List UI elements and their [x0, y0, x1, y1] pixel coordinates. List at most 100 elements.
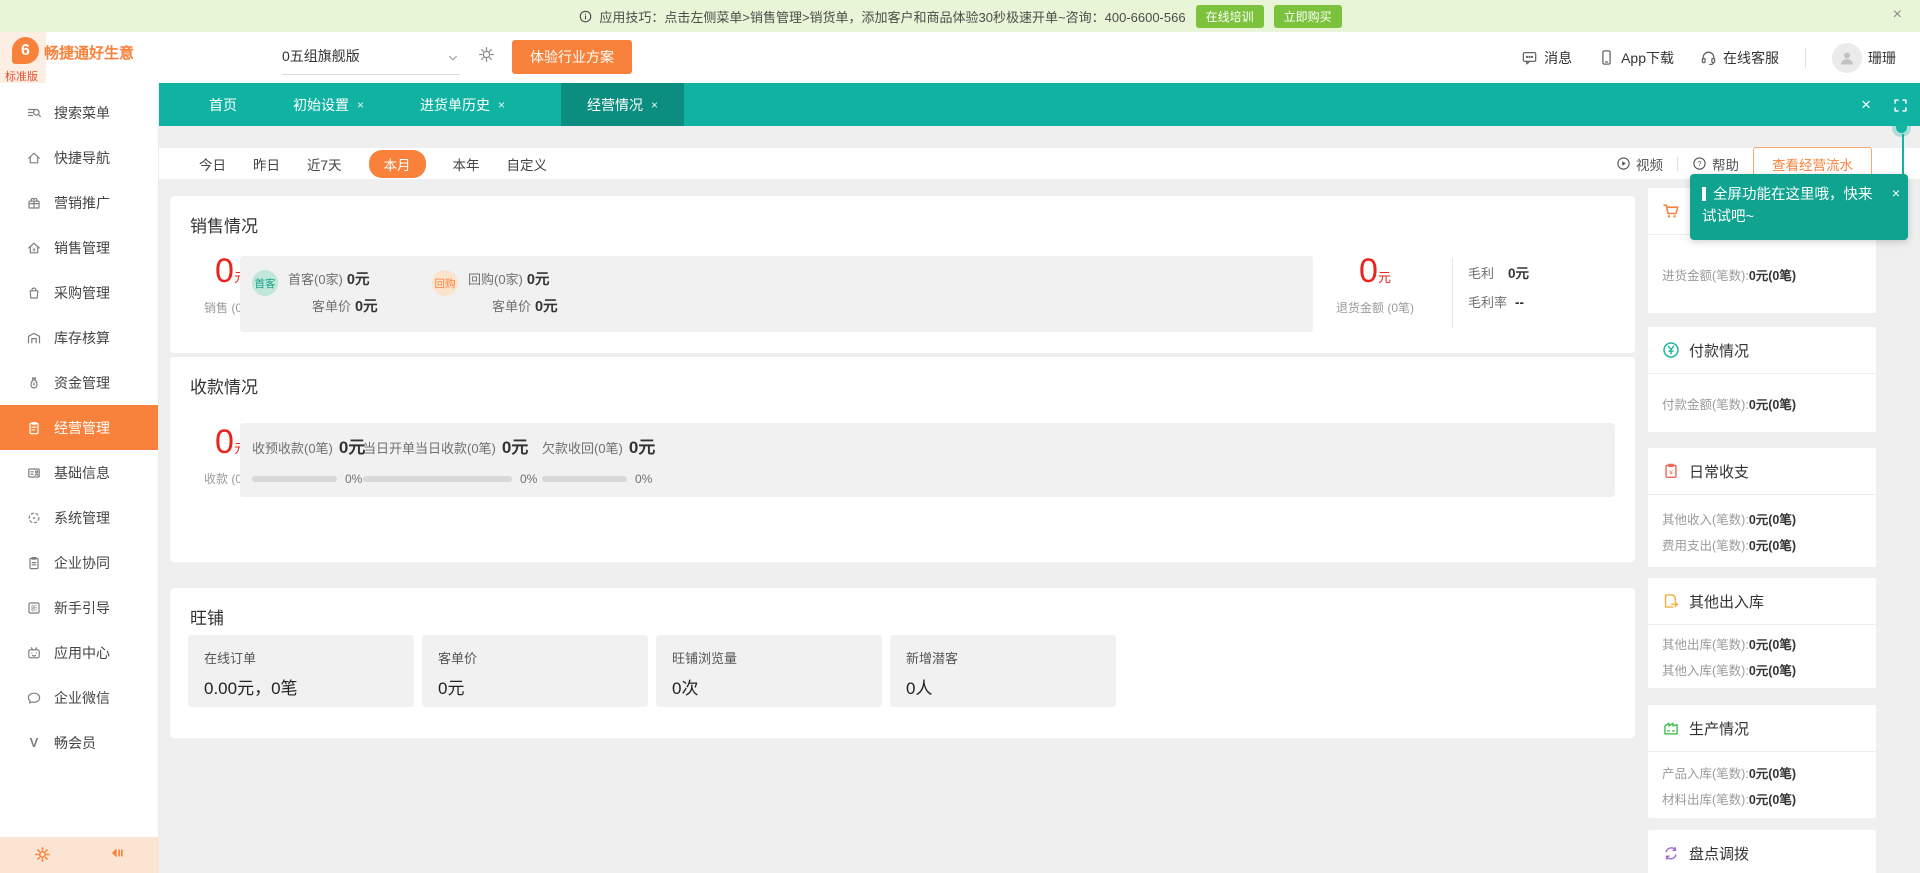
- tab-close-icon[interactable]: ×: [498, 98, 505, 112]
- messages-menu[interactable]: 消息: [1521, 48, 1572, 68]
- tab-close-icon[interactable]: ×: [651, 98, 658, 112]
- shopping-bag-icon: [29, 286, 39, 299]
- filter-yesterday[interactable]: 昨日: [253, 154, 280, 174]
- app-logo-icon: 6: [12, 37, 39, 64]
- money-bag-icon: ¥: [30, 376, 38, 388]
- app-center-icon: [28, 646, 40, 658]
- online-support-menu[interactable]: 在线客服: [1700, 48, 1779, 68]
- svg-text:?: ?: [1697, 159, 1701, 168]
- doc-arrow-icon: [1664, 594, 1679, 608]
- member-v-icon: V: [29, 735, 39, 750]
- tab-initial-setup[interactable]: 初始设置 ×: [293, 83, 364, 126]
- profit-block: 毛利 0元 毛利率 --: [1468, 266, 1530, 310]
- filter-toolbar: 今日 昨日 近7天 本月 本年 自定义 视频 ? 帮助 查看经营流水: [159, 146, 1920, 181]
- tip-message: 应用技巧：点击左侧菜单>销售管理>销货单，添加客户和商品体验30秒极速开单~咨询…: [578, 7, 1186, 26]
- search-icon: [27, 108, 41, 117]
- headset-icon: [1701, 51, 1716, 66]
- video-link[interactable]: 视频: [1616, 154, 1663, 174]
- organization-select-value: 0五组旗舰版: [282, 48, 360, 64]
- app-download-label: App下载: [1621, 49, 1674, 66]
- sidebar-item-sales-mgmt[interactable]: ¥ 销售管理: [0, 225, 158, 270]
- collapse-sidebar-icon[interactable]: [107, 845, 125, 866]
- tipbar-close-icon[interactable]: ×: [1893, 6, 1902, 24]
- filter-custom[interactable]: 自定义: [507, 154, 548, 174]
- tab-purchase-history[interactable]: 进货单历史 ×: [420, 83, 505, 126]
- username: 珊珊: [1868, 49, 1896, 66]
- industry-solution-button[interactable]: 体验行业方案: [512, 40, 632, 74]
- sidebar-item-base-info[interactable]: 基础信息: [0, 450, 158, 495]
- fullscreen-icon[interactable]: [1893, 96, 1908, 113]
- tab-bar: 首页 初始设置 × 进货单历史 × 经营情况 × ×: [159, 83, 1920, 126]
- filter-last7days[interactable]: 近7天: [307, 154, 342, 174]
- new-badge-icon: 新: [28, 601, 40, 614]
- cart-icon: [1663, 204, 1679, 218]
- progress-bar: [252, 476, 337, 482]
- sidebar-item-beginner-guide[interactable]: 新 新手引导: [0, 585, 158, 630]
- gift-icon: [28, 197, 40, 209]
- sidebar-item-search-menu[interactable]: 搜索菜单: [0, 90, 158, 135]
- production-panel: 生产情况 产品入库(笔数):0元(0笔) 材料出库(笔数):0元(0笔): [1648, 705, 1876, 818]
- guide-beacon-line: [1902, 134, 1904, 174]
- avatar: [1832, 42, 1862, 73]
- edition-badge: 标准版: [5, 71, 38, 83]
- organization-select[interactable]: 0五组旗舰版: [282, 46, 460, 75]
- collection-group-sameday: 当日开单当日收款(0笔) 0元 0%: [363, 438, 538, 486]
- user-menu[interactable]: 珊珊: [1832, 42, 1896, 73]
- daily-income-expense-panel: ¥ 日常收支 其他收入(笔数):0元(0笔) 费用支出(笔数):0元(0笔): [1648, 448, 1876, 567]
- sidebar-item-collaboration[interactable]: 企业协同: [0, 540, 158, 585]
- main-content: 今日 昨日 近7天 本月 本年 自定义 视频 ? 帮助 查看经营流水 销售情况 …: [159, 126, 1920, 873]
- guide-beacon-dot: [1896, 122, 1907, 133]
- sidebar-item-purchase-mgmt[interactable]: 采购管理: [0, 270, 158, 315]
- settings-gear-icon[interactable]: [34, 846, 51, 864]
- tooltip-close-icon[interactable]: ×: [1892, 183, 1900, 204]
- filter-this-year[interactable]: 本年: [453, 154, 480, 174]
- filter-today[interactable]: 今日: [199, 154, 226, 174]
- video-play-icon: [1617, 157, 1630, 170]
- person-icon: [1840, 51, 1854, 65]
- buy-now-button[interactable]: 立即购买: [1273, 4, 1342, 28]
- svg-text:新: 新: [31, 603, 38, 612]
- sidebar-item-marketing[interactable]: 营销推广: [0, 180, 158, 225]
- transfer-icon: [1665, 846, 1677, 860]
- tab-close-icon[interactable]: ×: [357, 98, 364, 112]
- stocktake-transfer-panel: 盘点调拨: [1648, 830, 1876, 873]
- collection-card-title: 收款情况: [190, 378, 258, 397]
- top-tip-bar: 应用技巧：点击左侧菜单>销售管理>销货单，添加客户和商品体验30秒极速开单~咨询…: [0, 0, 1920, 32]
- help-icon: ?: [1693, 157, 1706, 170]
- sidebar-item-system-mgmt[interactable]: 系统管理: [0, 495, 158, 540]
- app-download-menu[interactable]: App下载: [1598, 48, 1674, 68]
- sidebar-bottom-bar: [0, 837, 159, 873]
- factory-icon: [1664, 722, 1678, 735]
- messages-label: 消息: [1544, 49, 1573, 66]
- info-icon: [580, 10, 592, 22]
- sales-card: 销售情况 0元 销售 (0笔) 首客 首客(0家)0元 客单价0元 回购 回购(…: [170, 196, 1635, 353]
- sidebar-item-member[interactable]: V 畅会员: [0, 720, 158, 765]
- close-all-tabs-icon[interactable]: ×: [1861, 96, 1871, 113]
- tab-home[interactable]: 首页: [209, 83, 237, 126]
- help-link[interactable]: ? 帮助: [1692, 154, 1739, 174]
- sidebar-item-quick-nav[interactable]: 快捷导航: [0, 135, 158, 180]
- chat-bubble-icon: [27, 692, 41, 704]
- repurchase-group: 回购: [432, 270, 458, 296]
- online-training-button[interactable]: 在线培训: [1195, 4, 1264, 28]
- sidebar-item-app-center[interactable]: 应用中心: [0, 630, 158, 675]
- sidebar-item-inventory[interactable]: 库存核算: [0, 315, 158, 360]
- other-inout-panel: 其他出入库 其他出库(笔数):0元(0笔) 其他入库(笔数):0元(0笔): [1648, 578, 1876, 688]
- progress-bar: [542, 476, 627, 482]
- tooltip-accent-bar: [1702, 187, 1706, 201]
- collection-detail-box: 收预收款(0笔) 0元 0% 当日开单当日收款(0笔) 0元 0% 欠款收回(0笔)…: [240, 423, 1615, 497]
- shop-card: 旺铺 在线订单 0.00元，0笔 客单价 0元 旺铺浏览量 0次 新增潜客 0人: [170, 588, 1635, 738]
- tooltip-text: 全屏功能在这里哦，快来试试吧~: [1702, 187, 1873, 225]
- tip-text: 应用技巧：点击左侧菜单>销售管理>销货单，添加客户和商品体验30秒极速开单~咨询…: [599, 9, 1186, 25]
- org-settings-gear-icon[interactable]: [478, 46, 495, 64]
- sidebar-nav: 搜索菜单 快捷导航 营销推广 ¥ 销售管理 采购管理 库存核算 ¥ 资金管理 经…: [0, 83, 159, 837]
- collection-group-deposit: 收预收款(0笔) 0元 0%: [252, 438, 366, 486]
- shop-online-orders-box: 在线订单 0.00元，0笔: [188, 635, 414, 707]
- system-icon: [28, 512, 40, 523]
- tab-business-overview[interactable]: 经营情况 ×: [561, 83, 685, 126]
- sidebar-item-business-mgmt[interactable]: 经营管理: [0, 405, 158, 450]
- sidebar-item-funds[interactable]: ¥ 资金管理: [0, 360, 158, 405]
- first-customer-group: 首客: [252, 270, 278, 296]
- filter-this-month[interactable]: 本月: [368, 149, 426, 178]
- sidebar-item-wechat-work[interactable]: 企业微信: [0, 675, 158, 720]
